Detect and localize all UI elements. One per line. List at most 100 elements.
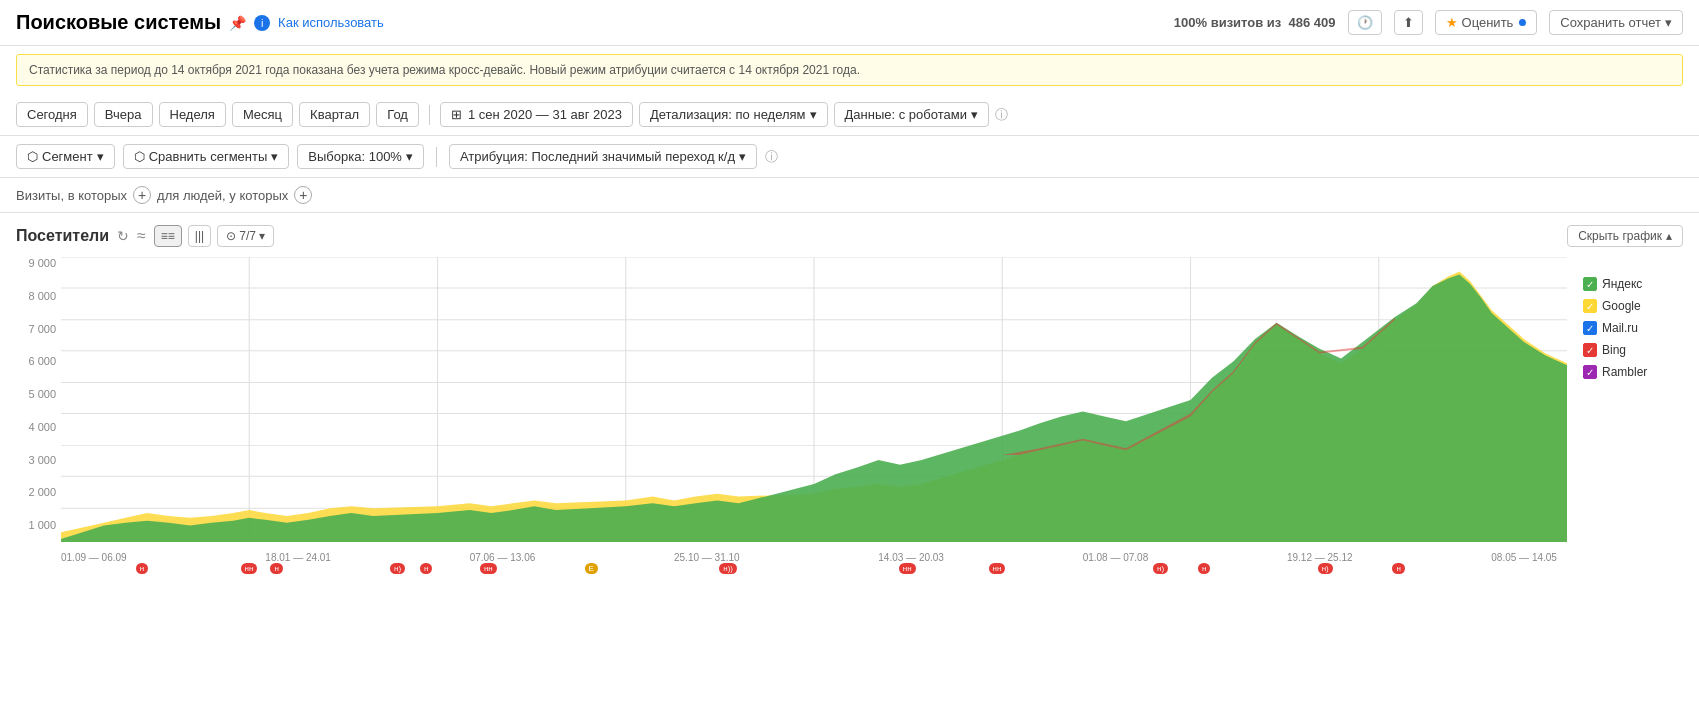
legend-item-google[interactable]: ✓ Google — [1583, 299, 1683, 313]
period-week[interactable]: Неделя — [159, 102, 226, 127]
y-label-4000: 4 000 — [28, 421, 56, 433]
event-marker-2[interactable]: нн — [241, 563, 258, 574]
event-marker-6[interactable]: нн — [480, 563, 497, 574]
hide-chart-button[interactable]: Скрыть график ▴ — [1567, 225, 1683, 247]
y-label-8000: 8 000 — [28, 290, 56, 302]
attribution-label: Атрибуция: Последний значимый переход к/… — [460, 149, 735, 164]
chart-header: Посетители ↻ ≈ ≡≡ ||| ⊙ 7/7 ▾ Скрыть гра… — [16, 225, 1683, 247]
event-marker-8[interactable]: н)) — [719, 563, 737, 574]
event-marker-9[interactable]: нн — [899, 563, 916, 574]
visits-info: 100% визитов из 486 409 — [1174, 15, 1336, 30]
chart-legend: ✓ Яндекс ✓ Google ✓ Mail.ru ✓ Bing ✓ Ram… — [1583, 257, 1683, 577]
hide-chart-label: Скрыть график — [1578, 229, 1662, 243]
chevron-down-icon: ▾ — [1665, 15, 1672, 30]
bar-chart-button[interactable]: ||| — [188, 225, 211, 247]
segment-button[interactable]: ⬡ Сегмент ▾ — [16, 144, 115, 169]
x-label-1: 01.09 — 06.09 — [61, 552, 127, 563]
alert-text: Статистика за период до 14 октября 2021 … — [29, 63, 860, 77]
event-marker-4[interactable]: н) — [390, 563, 405, 574]
x-label-3: 07.06 — 13.06 — [470, 552, 536, 563]
visits-prefix: 100% визитов из — [1174, 15, 1282, 30]
legend-checkbox-yandex[interactable]: ✓ — [1583, 277, 1597, 291]
header: Поисковые системы 📌 i Как использовать 1… — [0, 0, 1699, 46]
event-marker-14[interactable]: н — [1392, 563, 1404, 574]
legend-item-bing[interactable]: ✓ Bing — [1583, 343, 1683, 357]
x-label-7: 19.12 — 25.12 — [1287, 552, 1353, 563]
event-marker-11[interactable]: н) — [1153, 563, 1168, 574]
event-marker-12[interactable]: н — [1198, 563, 1210, 574]
visits-label: Визиты, в которых — [16, 188, 127, 203]
compare-button[interactable]: ⬡ Сравнить сегменты ▾ — [123, 144, 290, 169]
toolbar-row: Сегодня Вчера Неделя Месяц Квартал Год ⊞… — [0, 94, 1699, 136]
layers-icon: ⊙ — [226, 229, 236, 243]
legend-label-google: Google — [1602, 299, 1641, 313]
chart-title: Посетители — [16, 227, 109, 245]
attribution-info-icon: ⓘ — [765, 148, 778, 166]
chart-controls: ≡≡ ||| ⊙ 7/7 ▾ — [154, 225, 274, 247]
tilde-icon[interactable]: ≈ — [137, 227, 146, 245]
chart-area: 9 000 8 000 7 000 6 000 5 000 4 000 3 00… — [16, 257, 1683, 577]
event-marker-1[interactable]: н — [136, 563, 148, 574]
period-year[interactable]: Год — [376, 102, 419, 127]
period-quarter[interactable]: Квартал — [299, 102, 370, 127]
event-marker-7[interactable]: Е — [585, 563, 598, 574]
data-dropdown[interactable]: Данные: с роботами ▾ — [834, 102, 989, 127]
rate-label: Оценить — [1462, 15, 1514, 30]
event-marker-13[interactable]: н) — [1318, 563, 1333, 574]
legend-item-rambler[interactable]: ✓ Rambler — [1583, 365, 1683, 379]
legend-checkbox-google[interactable]: ✓ — [1583, 299, 1597, 313]
legend-checkbox-rambler[interactable]: ✓ — [1583, 365, 1597, 379]
y-axis-labels: 9 000 8 000 7 000 6 000 5 000 4 000 3 00… — [16, 257, 61, 552]
legend-item-yandex[interactable]: ✓ Яндекс — [1583, 277, 1683, 291]
period-month[interactable]: Месяц — [232, 102, 293, 127]
save-button[interactable]: Сохранить отчет ▾ — [1549, 10, 1683, 35]
detail-label: Детализация: по неделям — [650, 107, 806, 122]
stacked-chart-button[interactable]: ≡≡ — [154, 225, 182, 247]
chart-container: 9 000 8 000 7 000 6 000 5 000 4 000 3 00… — [16, 257, 1567, 577]
pin-icon: 📌 — [229, 15, 246, 31]
date-range-button[interactable]: ⊞ 1 сен 2020 — 31 авг 2023 — [440, 102, 633, 127]
chevron-down-icon-compare: ▾ — [271, 149, 278, 164]
sample-button[interactable]: Выборка: 100% ▾ — [297, 144, 424, 169]
x-label-4: 25.10 — 31.10 — [674, 552, 740, 563]
chevron-down-icon-layers: ▾ — [259, 229, 265, 243]
rate-button[interactable]: ★ Оценить — [1435, 10, 1538, 35]
date-range-label: 1 сен 2020 — 31 авг 2023 — [468, 107, 622, 122]
y-label-6000: 6 000 — [28, 355, 56, 367]
segment-row: ⬡ Сегмент ▾ ⬡ Сравнить сегменты ▾ Выборк… — [0, 136, 1699, 178]
how-to-link[interactable]: Как использовать — [278, 15, 384, 30]
dot-indicator — [1519, 19, 1526, 26]
refresh-icon[interactable]: ↻ — [117, 228, 129, 244]
legend-item-mailru[interactable]: ✓ Mail.ru — [1583, 321, 1683, 335]
segment-label: Сегмент — [42, 149, 93, 164]
attribution-button[interactable]: Атрибуция: Последний значимый переход к/… — [449, 144, 757, 169]
event-marker-5[interactable]: н — [420, 563, 432, 574]
segment-icon: ⬡ — [27, 149, 38, 164]
chevron-down-icon-segment: ▾ — [97, 149, 104, 164]
add-people-filter-button[interactable]: + — [294, 186, 312, 204]
clock-button[interactable]: 🕐 — [1348, 10, 1382, 35]
legend-checkbox-mailru[interactable]: ✓ — [1583, 321, 1597, 335]
page-title: Поисковые системы — [16, 11, 221, 34]
y-label-2000: 2 000 — [28, 486, 56, 498]
event-marker-3[interactable]: н — [270, 563, 282, 574]
export-button[interactable]: ⬆ — [1394, 10, 1423, 35]
chart-svg — [61, 257, 1567, 542]
data-label: Данные: с роботами — [845, 107, 967, 122]
period-today[interactable]: Сегодня — [16, 102, 88, 127]
divider-1 — [429, 105, 430, 125]
chevron-up-icon: ▴ — [1666, 229, 1672, 243]
x-label-5: 14.03 — 20.03 — [878, 552, 944, 563]
legend-label-mailru: Mail.ru — [1602, 321, 1638, 335]
layers-button[interactable]: ⊙ 7/7 ▾ — [217, 225, 274, 247]
event-markers-row: н нн н н) н нн Е н)) нн нн н) н н) н — [61, 563, 1557, 577]
save-label: Сохранить отчет — [1560, 15, 1661, 30]
legend-checkbox-bing[interactable]: ✓ — [1583, 343, 1597, 357]
detail-dropdown[interactable]: Детализация: по неделям ▾ — [639, 102, 828, 127]
y-label-7000: 7 000 — [28, 323, 56, 335]
add-visit-filter-button[interactable]: + — [133, 186, 151, 204]
event-marker-10[interactable]: нн — [989, 563, 1006, 574]
y-label-3000: 3 000 — [28, 454, 56, 466]
sample-label: Выборка: 100% — [308, 149, 402, 164]
period-yesterday[interactable]: Вчера — [94, 102, 153, 127]
